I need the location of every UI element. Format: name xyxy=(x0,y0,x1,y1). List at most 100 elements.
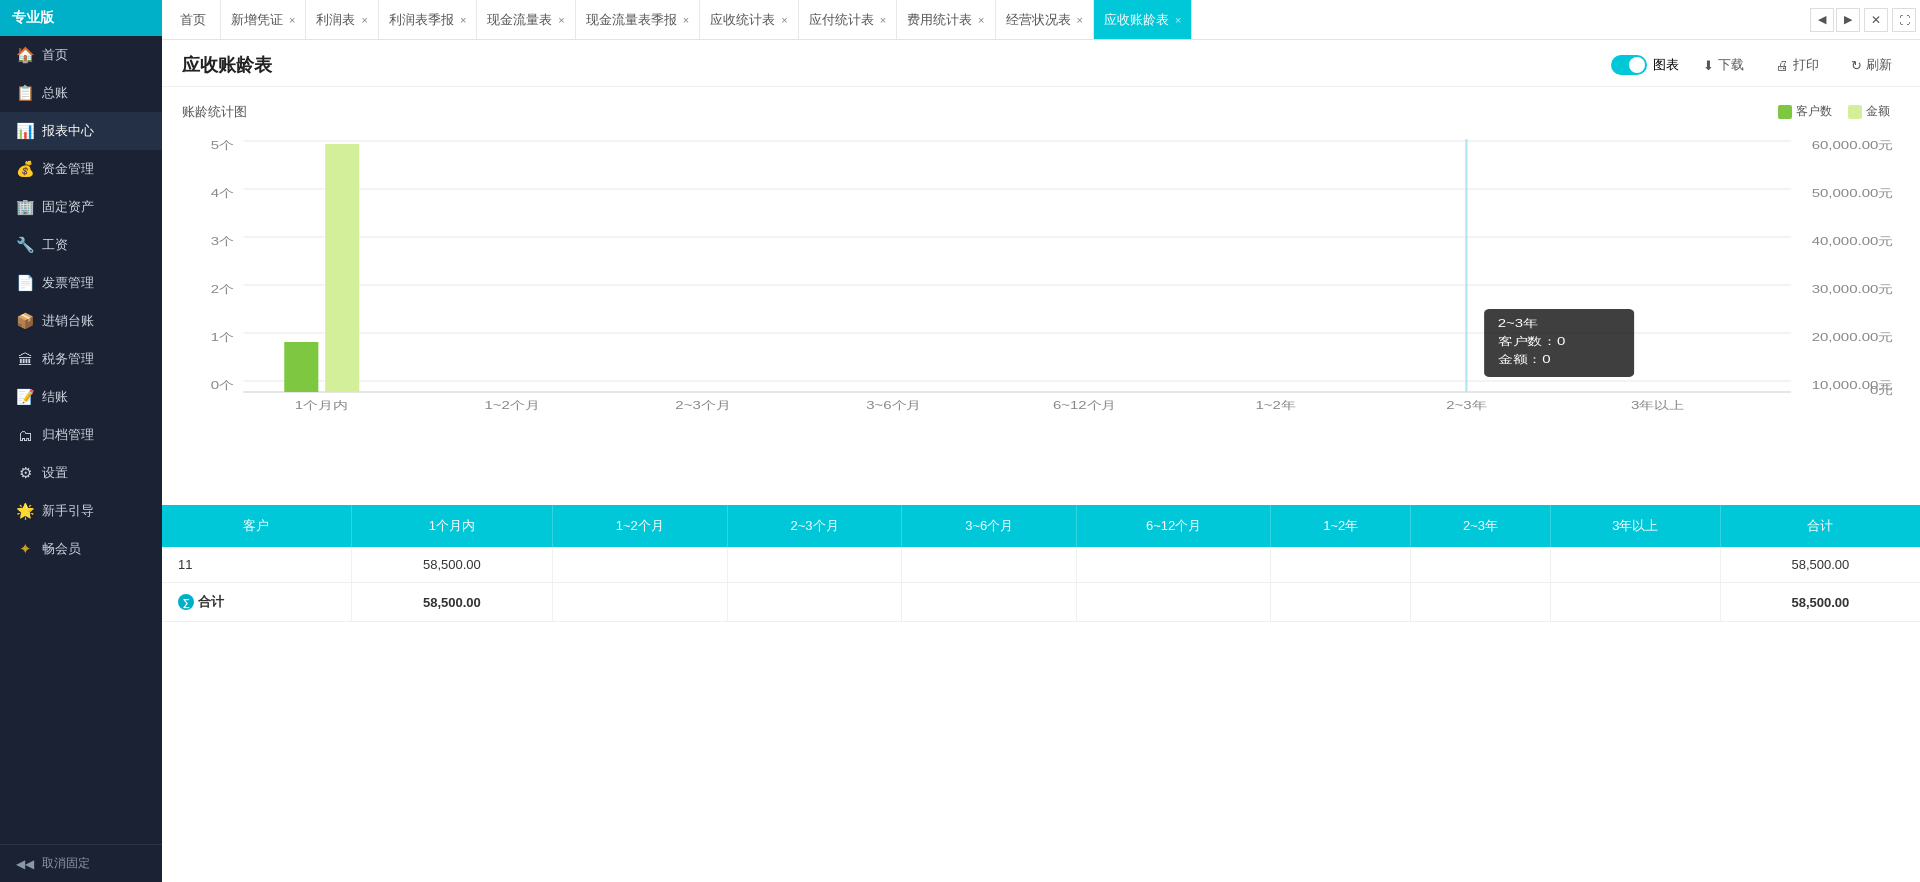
home-icon: 🏠 xyxy=(16,46,34,64)
sidebar-unpin[interactable]: ◀◀ 取消固定 xyxy=(0,844,162,882)
sidebar-item-label: 资金管理 xyxy=(42,160,94,178)
svg-text:金额：0: 金额：0 xyxy=(1498,353,1551,366)
svg-text:3~6个月: 3~6个月 xyxy=(866,399,921,412)
chart-toggle[interactable]: 图表 xyxy=(1611,55,1679,75)
svg-text:50,000.00元: 50,000.00元 xyxy=(1812,187,1894,200)
chart-title: 账龄统计图 xyxy=(182,103,1900,121)
download-button[interactable]: ⬇ 下载 xyxy=(1695,52,1752,78)
svg-text:0个: 0个 xyxy=(211,379,234,392)
legend-amount-color xyxy=(1848,105,1862,119)
svg-text:2~3年: 2~3年 xyxy=(1498,317,1538,330)
salary-icon: 🔧 xyxy=(16,236,34,254)
sidebar-item-label: 新手引导 xyxy=(42,502,94,520)
tab-close-icon[interactable]: × xyxy=(460,14,466,26)
tab-expense-stat-label: 费用统计表 xyxy=(907,11,972,29)
svg-text:4个: 4个 xyxy=(211,187,234,200)
col-1-2year: 1~2年 xyxy=(1271,505,1411,547)
total-label-wrap: ∑ 合计 xyxy=(178,593,343,611)
tab-close-icon[interactable]: × xyxy=(781,14,787,26)
col-1-2month: 1~2个月 xyxy=(552,505,727,547)
sidebar-item-member[interactable]: ✦ 畅会员 xyxy=(0,530,162,568)
svg-text:20,000.00元: 20,000.00元 xyxy=(1812,331,1894,344)
chart-container: 账龄统计图 客户数 金额 5个 4个 3个 2个 xyxy=(162,87,1920,505)
sidebar-item-funds[interactable]: 💰 资金管理 xyxy=(0,150,162,188)
tab-voucher[interactable]: 新增凭证 × xyxy=(221,0,306,40)
print-button[interactable]: 🖨 打印 xyxy=(1768,52,1827,78)
tab-close-icon[interactable]: × xyxy=(558,14,564,26)
cell-customer: 11 xyxy=(162,547,351,583)
tab-home[interactable]: 首页 xyxy=(166,0,221,40)
sidebar-item-settings[interactable]: ⚙ 设置 xyxy=(0,454,162,492)
tab-cashflow[interactable]: 现金流量表 × xyxy=(477,0,575,40)
sidebar-item-tax[interactable]: 🏛 税务管理 xyxy=(0,340,162,378)
chart-svg: 5个 4个 3个 2个 1个 0个 60,000.00元 50,000.00元 … xyxy=(182,129,1900,469)
cell-6-12month xyxy=(1077,547,1271,583)
bar-customers-0[interactable] xyxy=(284,342,318,392)
tab-close-all-button[interactable]: ✕ xyxy=(1864,8,1888,32)
tab-profit-quarter[interactable]: 利润表季报 × xyxy=(379,0,477,40)
chart-legend: 客户数 金额 xyxy=(1778,103,1890,120)
tab-prev-button[interactable]: ◀ xyxy=(1810,8,1834,32)
legend-amount-label: 金额 xyxy=(1866,103,1890,120)
close-accounts-icon: 📝 xyxy=(16,388,34,406)
sidebar-item-salary[interactable]: 🔧 工资 xyxy=(0,226,162,264)
tab-payable-stat[interactable]: 应付统计表 × xyxy=(799,0,897,40)
archive-icon: 🗂 xyxy=(16,427,34,444)
tab-close-icon[interactable]: × xyxy=(361,14,367,26)
tab-cashflow-quarter[interactable]: 现金流量表季报 × xyxy=(576,0,700,40)
svg-text:5个: 5个 xyxy=(211,139,234,152)
svg-text:3个: 3个 xyxy=(211,235,234,248)
tab-maximize-button[interactable]: ⛶ xyxy=(1892,8,1916,32)
sidebar-logo: 专业版 xyxy=(0,0,162,36)
total-1-2year xyxy=(1271,583,1411,622)
refresh-button[interactable]: ↻ 刷新 xyxy=(1843,52,1900,78)
tab-receivable-stat[interactable]: 应收统计表 × xyxy=(700,0,798,40)
sidebar-item-home[interactable]: 🏠 首页 xyxy=(0,36,162,74)
tab-profit-quarter-label: 利润表季报 xyxy=(389,11,454,29)
toggle-thumb xyxy=(1629,57,1645,73)
sidebar-item-archive[interactable]: 🗂 归档管理 xyxy=(0,416,162,454)
tab-profit[interactable]: 利润表 × xyxy=(306,0,378,40)
tab-close-icon[interactable]: × xyxy=(880,14,886,26)
tab-close-icon[interactable]: × xyxy=(1077,14,1083,26)
cell-3-6month xyxy=(902,547,1077,583)
sidebar-item-reports[interactable]: 📊 报表中心 xyxy=(0,112,162,150)
refresh-label: 刷新 xyxy=(1866,56,1892,74)
col-3-6month: 3~6个月 xyxy=(902,505,1077,547)
sidebar-item-inventory[interactable]: 📦 进销台账 xyxy=(0,302,162,340)
sidebar-item-guide[interactable]: 🌟 新手引导 xyxy=(0,492,162,530)
cell-3plus xyxy=(1550,547,1720,583)
sidebar-item-invoice[interactable]: 📄 发票管理 xyxy=(0,264,162,302)
total-1month: 58,500.00 xyxy=(351,583,552,622)
tab-receivable-age[interactable]: 应收账龄表 × xyxy=(1094,0,1192,40)
tab-close-icon[interactable]: × xyxy=(978,14,984,26)
sidebar-item-label: 报表中心 xyxy=(42,122,94,140)
sidebar-item-label: 发票管理 xyxy=(42,274,94,292)
tab-expense-stat[interactable]: 费用统计表 × xyxy=(897,0,995,40)
bar-amount-0[interactable] xyxy=(325,144,359,392)
cell-2-3year xyxy=(1411,547,1551,583)
svg-text:客户数：0: 客户数：0 xyxy=(1498,335,1566,348)
tab-close-icon[interactable]: × xyxy=(1175,14,1181,26)
invoice-icon: 📄 xyxy=(16,274,34,292)
sidebar-item-close[interactable]: 📝 结账 xyxy=(0,378,162,416)
tab-operation-stat[interactable]: 经营状况表 × xyxy=(996,0,1094,40)
toggle-track[interactable] xyxy=(1611,55,1647,75)
total-row: ∑ 合计 58,500.00 58,500.00 xyxy=(162,583,1920,622)
sidebar-item-ledger[interactable]: 📋 总账 xyxy=(0,74,162,112)
sidebar-item-fixed-assets[interactable]: 🏢 固定资产 xyxy=(0,188,162,226)
legend-customers-color xyxy=(1778,105,1792,119)
cell-2-3month xyxy=(727,547,902,583)
refresh-icon: ↻ xyxy=(1851,58,1862,73)
svg-text:6~12个月: 6~12个月 xyxy=(1053,399,1116,412)
col-total: 合计 xyxy=(1720,505,1920,547)
sidebar-item-label: 结账 xyxy=(42,388,68,406)
tax-icon: 🏛 xyxy=(16,351,34,368)
tab-next-button[interactable]: ▶ xyxy=(1836,8,1860,32)
data-table: 客户 1个月内 1~2个月 2~3个月 3~6个月 6~12个月 1~2年 2~… xyxy=(162,505,1920,622)
svg-text:2~3年: 2~3年 xyxy=(1446,399,1486,412)
sidebar-item-label: 畅会员 xyxy=(42,540,81,558)
tab-close-icon[interactable]: × xyxy=(289,14,295,26)
tab-close-icon[interactable]: × xyxy=(683,14,689,26)
print-icon: 🖨 xyxy=(1776,58,1789,73)
